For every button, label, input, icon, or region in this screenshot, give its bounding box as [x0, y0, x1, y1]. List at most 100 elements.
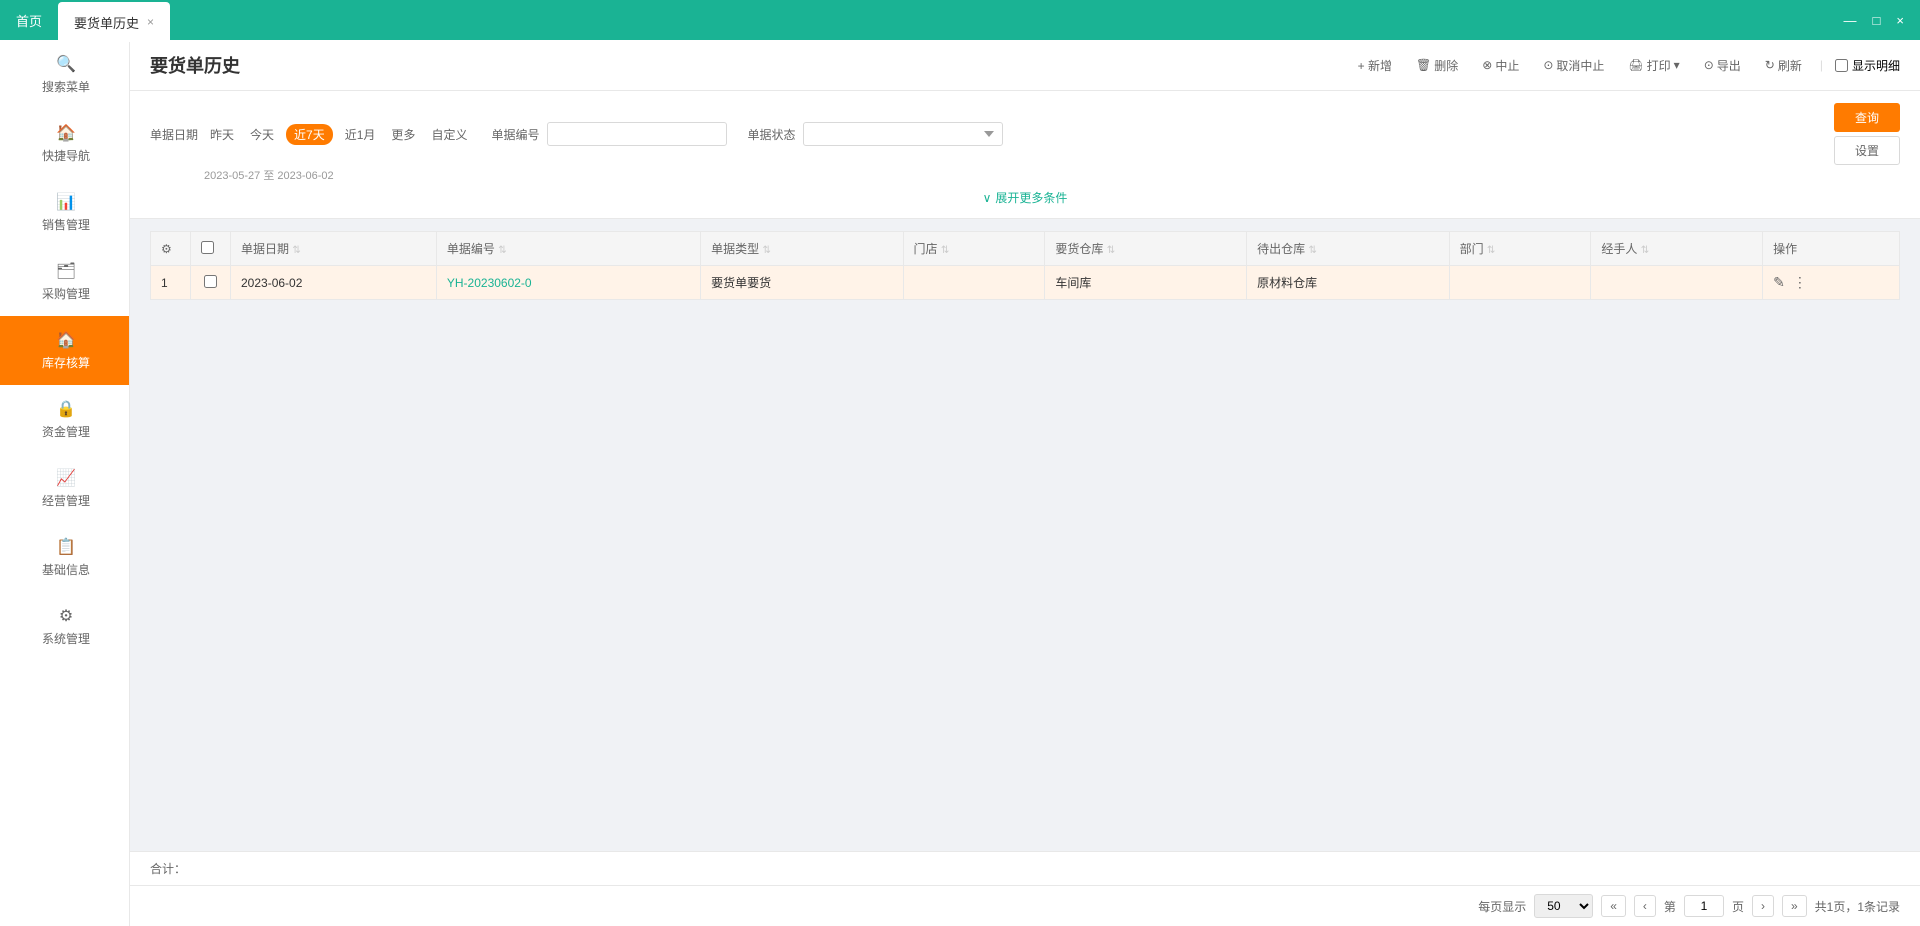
table-row: 1 2023-06-02 YH-20230602-0 要货单要货 车间库 原材料… — [151, 266, 1900, 300]
page-size-select[interactable]: 20 50 100 200 — [1534, 894, 1593, 918]
next-page-button[interactable]: › — [1752, 895, 1774, 917]
row-order-no[interactable]: YH-20230602-0 — [436, 266, 700, 300]
basic-icon: 📋 — [56, 537, 76, 557]
page-size-label: 每页显示 — [1478, 898, 1526, 915]
sidebar-item-purchase[interactable]: 🗂 采购管理 — [0, 247, 129, 316]
search-icon: 🔍 — [56, 54, 76, 74]
stop-button[interactable]: ⊗ 中止 — [1476, 53, 1525, 78]
finance-icon: 🔒 — [56, 399, 76, 419]
page-input[interactable] — [1684, 895, 1724, 917]
expand-icon: ∨ — [983, 191, 992, 205]
date-filter: 单据日期 昨天 今天 近7天 近1月 更多 自定义 — [150, 124, 471, 145]
window-controls: — □ × — [1844, 13, 1920, 28]
show-detail-checkbox[interactable] — [1835, 59, 1848, 72]
first-page-button[interactable]: « — [1601, 895, 1626, 917]
print-button[interactable]: 🖨 打印 ▾ — [1622, 53, 1685, 78]
more-icon[interactable]: ⋮ — [1793, 274, 1807, 291]
minimize-button[interactable]: — — [1844, 13, 1857, 28]
system-icon: ⚙ — [59, 606, 73, 626]
sidebar-item-label: 采购管理 — [42, 285, 90, 302]
last-page-button[interactable]: » — [1782, 895, 1807, 917]
expand-more-button[interactable]: ∨ 展开更多条件 — [150, 189, 1900, 206]
status-select[interactable] — [803, 122, 1003, 146]
sidebar-item-inventory[interactable]: 🏠 库存核算 — [0, 316, 129, 385]
th-pending-warehouse[interactable]: 待出仓库 ⇅ — [1247, 232, 1449, 266]
edit-icon[interactable]: ✎ — [1773, 274, 1785, 291]
th-date[interactable]: 单据日期 ⇅ — [231, 232, 437, 266]
row-department — [1449, 266, 1591, 300]
pagination: 每页显示 20 50 100 200 « ‹ 第 页 › » 共1页，1条记录 — [130, 885, 1920, 926]
sidebar-item-label: 销售管理 — [42, 216, 90, 233]
total-info: 共1页，1条记录 — [1815, 898, 1900, 915]
close-window-button[interactable]: × — [1896, 13, 1904, 28]
sort-req-warehouse-icon: ⇅ — [1107, 245, 1115, 256]
query-button[interactable]: 查询 — [1834, 103, 1900, 132]
sort-pending-warehouse-icon: ⇅ — [1308, 245, 1316, 256]
row-req-warehouse: 车间库 — [1045, 266, 1247, 300]
purchase-icon: 🗂 — [56, 261, 76, 281]
row-shop — [903, 266, 1045, 300]
sidebar-item-sales[interactable]: 📊 销售管理 — [0, 178, 129, 247]
row-handler — [1591, 266, 1763, 300]
row-order-type: 要货单要货 — [701, 266, 903, 300]
th-shop[interactable]: 门店 ⇅ — [903, 232, 1045, 266]
select-all-checkbox[interactable] — [201, 241, 214, 254]
export-button[interactable]: ⊙ 导出 — [1698, 53, 1747, 78]
refresh-icon: ↻ — [1765, 58, 1775, 72]
sidebar-item-operation[interactable]: 📈 经营管理 — [0, 454, 129, 523]
home-icon: 🏠 — [56, 123, 76, 143]
delete-icon: 🗑 — [1416, 58, 1431, 72]
order-no-input[interactable] — [547, 122, 727, 146]
filter-actions: 查询 设置 — [1834, 103, 1900, 165]
sidebar-item-system[interactable]: ⚙ 系统管理 — [0, 592, 129, 661]
order-no-label: 单据编号 — [491, 126, 539, 143]
sidebar-item-shortcut[interactable]: 🏠 快捷导航 — [0, 109, 129, 178]
set-button[interactable]: 设置 — [1834, 136, 1900, 165]
row-checkbox[interactable] — [204, 275, 217, 288]
operation-icon: 📈 — [56, 468, 76, 488]
date-btn-custom[interactable]: 自定义 — [427, 124, 471, 145]
sidebar-item-label: 搜索菜单 — [42, 78, 90, 95]
sort-date-icon: ⇅ — [292, 245, 300, 256]
inventory-icon: 🏠 — [56, 330, 76, 350]
order-no-link[interactable]: YH-20230602-0 — [447, 276, 532, 290]
tab-close-button[interactable]: × — [147, 15, 154, 29]
toolbar: + 新增 🗑 删除 ⊗ 中止 ⊙ 取消中止 🖨 打印 ▾ — [1352, 53, 1900, 78]
tab-home[interactable]: 首页 — [0, 0, 58, 40]
cancel-stop-button[interactable]: ⊙ 取消中止 — [1537, 53, 1610, 78]
sales-icon: 📊 — [56, 192, 76, 212]
sidebar-item-search[interactable]: 🔍 搜索菜单 — [0, 40, 129, 109]
date-btn-today[interactable]: 今天 — [246, 124, 278, 145]
th-order-no[interactable]: 单据编号 ⇅ — [436, 232, 700, 266]
sidebar-item-finance[interactable]: 🔒 资金管理 — [0, 385, 129, 454]
filter-row: 单据日期 昨天 今天 近7天 近1月 更多 自定义 单据编号 — [150, 103, 1900, 165]
maximize-button[interactable]: □ — [1873, 13, 1881, 28]
page-header: 要货单历史 + 新增 🗑 删除 ⊗ 中止 ⊙ 取消中止 🖨 打印 — [130, 40, 1920, 91]
date-btn-more[interactable]: 更多 — [387, 124, 419, 145]
status-label: 单据状态 — [747, 126, 795, 143]
date-btn-7days[interactable]: 近7天 — [286, 124, 333, 145]
th-settings[interactable]: ⚙ — [151, 232, 191, 266]
sidebar-item-label: 系统管理 — [42, 630, 90, 647]
prev-page-button[interactable]: ‹ — [1634, 895, 1656, 917]
sidebar-item-basic[interactable]: 📋 基础信息 — [0, 523, 129, 592]
cancel-stop-icon: ⊙ — [1543, 58, 1553, 72]
page-suffix: 页 — [1732, 898, 1744, 915]
th-req-warehouse[interactable]: 要货仓库 ⇅ — [1045, 232, 1247, 266]
order-no-filter: 单据编号 — [491, 122, 727, 146]
refresh-button[interactable]: ↻ 刷新 — [1759, 53, 1808, 78]
th-checkbox[interactable] — [191, 232, 231, 266]
row-date: 2023-06-02 — [231, 266, 437, 300]
tab-active[interactable]: 要货单历史 × — [58, 2, 170, 42]
date-btn-yesterday[interactable]: 昨天 — [206, 124, 238, 145]
date-btn-1month[interactable]: 近1月 — [341, 124, 380, 145]
new-button[interactable]: + 新增 — [1352, 53, 1398, 78]
th-handler[interactable]: 经手人 ⇅ — [1591, 232, 1763, 266]
data-table: ⚙ 单据日期 ⇅ 单据编号 ⇅ 单据类型 ⇅ — [150, 231, 1900, 300]
show-detail-toggle[interactable]: 显示明细 — [1835, 57, 1900, 74]
delete-button[interactable]: 🗑 删除 — [1410, 53, 1464, 78]
row-checkbox-cell[interactable] — [191, 266, 231, 300]
th-department[interactable]: 部门 ⇅ — [1449, 232, 1591, 266]
toolbar-separator: | — [1820, 58, 1823, 72]
th-order-type[interactable]: 单据类型 ⇅ — [701, 232, 903, 266]
